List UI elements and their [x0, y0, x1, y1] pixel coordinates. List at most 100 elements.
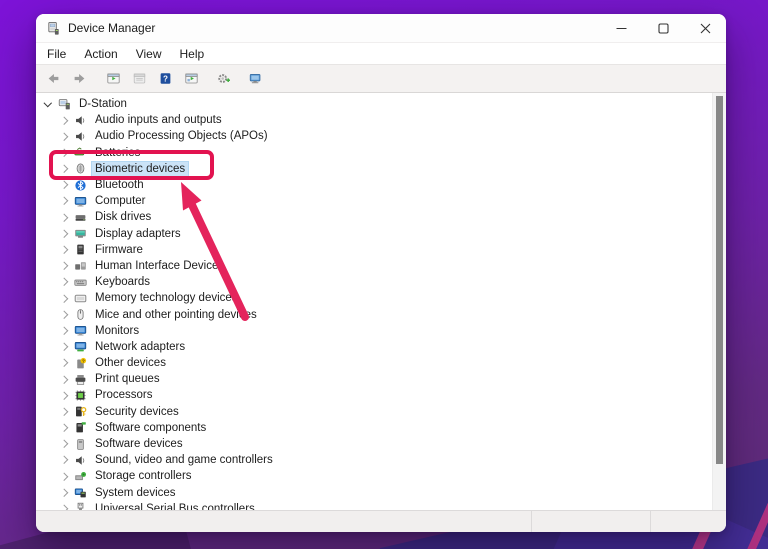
tree-item-system-devices[interactable]: System devices: [36, 485, 712, 501]
tree-item-software-devices[interactable]: Software devices: [36, 436, 712, 452]
tree-item-label: Firmware: [92, 243, 146, 257]
status-section: [531, 511, 650, 532]
tree-item-display-adapters[interactable]: Display adapters: [36, 226, 712, 242]
tree-item-label: Disk drives: [92, 210, 154, 224]
tree-item-mice-and-other-pointing-devices[interactable]: Mice and other pointing devices: [36, 306, 712, 322]
keyboard-icon: [73, 275, 87, 289]
chevron-right-icon[interactable]: [59, 182, 69, 188]
usb-icon: [73, 502, 87, 510]
tree-item-other-devices[interactable]: ? Other devices: [36, 355, 712, 371]
tree-item-label: Memory technology devices: [92, 291, 241, 305]
security-device-icon: [73, 405, 87, 419]
tree-item-software-components[interactable]: Software components: [36, 420, 712, 436]
status-section: [650, 511, 726, 532]
speaker-icon: [73, 453, 87, 467]
tree-item-label: Mice and other pointing devices: [92, 308, 260, 322]
chevron-right-icon[interactable]: [59, 344, 69, 350]
chevron-right-icon[interactable]: [59, 441, 69, 447]
chevron-right-icon[interactable]: [59, 490, 69, 496]
tree-item-disk-drives[interactable]: Disk drives: [36, 209, 712, 225]
svg-text:?: ?: [81, 358, 84, 364]
chevron-right-icon[interactable]: [59, 296, 69, 302]
minimize-button[interactable]: [600, 14, 642, 42]
chevron-right-icon[interactable]: [59, 377, 69, 383]
toolbar: ?: [36, 64, 726, 93]
chevron-right-icon[interactable]: [59, 231, 69, 237]
software-component-icon: [73, 421, 87, 435]
chevron-right-icon[interactable]: [59, 215, 69, 221]
tree-item-label: Computer: [92, 194, 149, 208]
chevron-right-icon[interactable]: [59, 134, 69, 140]
tree-item-sound-video-and-game-controllers[interactable]: Sound, video and game controllers: [36, 452, 712, 468]
desktop-background: Device Manager FileActionViewHelp ? D-St…: [0, 0, 768, 549]
computer-root-icon: [57, 97, 71, 111]
tree-item-security-devices[interactable]: Security devices: [36, 404, 712, 420]
forward-icon[interactable]: [68, 68, 90, 90]
tree-item-label: Human Interface Devices: [92, 259, 227, 273]
close-button[interactable]: [684, 14, 726, 42]
chevron-right-icon[interactable]: [59, 312, 69, 318]
chevron-right-icon[interactable]: [59, 409, 69, 415]
chevron-right-icon[interactable]: [59, 360, 69, 366]
help-icon[interactable]: ?: [154, 68, 176, 90]
processor-icon: [73, 388, 87, 402]
remote-computer-icon[interactable]: [244, 68, 266, 90]
chevron-right-icon[interactable]: [59, 263, 69, 269]
tree-item-print-queues[interactable]: Print queues: [36, 371, 712, 387]
tree-item-label: Audio Processing Objects (APOs): [92, 129, 271, 143]
menu-bar: FileActionViewHelp: [36, 42, 726, 64]
chevron-right-icon[interactable]: [59, 328, 69, 334]
tree-item-processors[interactable]: Processors: [36, 387, 712, 403]
tree-item-storage-controllers[interactable]: Storage controllers: [36, 468, 712, 484]
title-bar[interactable]: Device Manager: [36, 14, 726, 42]
firmware-icon: [73, 243, 87, 257]
tree-item-label: Keyboards: [92, 275, 153, 289]
tree-item-audio-inputs-and-outputs[interactable]: Audio inputs and outputs: [36, 112, 712, 128]
menu-help[interactable]: Help: [171, 43, 214, 64]
menu-file[interactable]: File: [38, 43, 75, 64]
chevron-right-icon[interactable]: [59, 247, 69, 253]
properties-icon[interactable]: [128, 68, 150, 90]
hid-icon: [73, 259, 87, 273]
unknown-device-icon: ?: [73, 356, 87, 370]
maximize-button[interactable]: [642, 14, 684, 42]
tree-item-label: Other devices: [92, 356, 169, 370]
chevron-right-icon[interactable]: [59, 393, 69, 399]
window-title: Device Manager: [68, 21, 155, 35]
tree-item-label: D-Station: [76, 97, 130, 111]
tree-item-monitors[interactable]: Monitors: [36, 323, 712, 339]
menu-view[interactable]: View: [127, 43, 171, 64]
chevron-right-icon[interactable]: [59, 118, 69, 124]
scan-hardware-changes-icon[interactable]: [212, 68, 234, 90]
tree-item-d-station[interactable]: D-Station: [36, 96, 712, 112]
scrollbar-thumb[interactable]: [716, 96, 723, 464]
chevron-right-icon[interactable]: [59, 425, 69, 431]
chevron-right-icon[interactable]: [59, 457, 69, 463]
bluetooth-icon: [73, 178, 87, 192]
chevron-right-icon[interactable]: [59, 506, 69, 510]
tree-item-memory-technology-devices[interactable]: Memory technology devices: [36, 290, 712, 306]
menu-action[interactable]: Action: [75, 43, 126, 64]
back-icon[interactable]: [42, 68, 64, 90]
tree-item-computer[interactable]: Computer: [36, 193, 712, 209]
chevron-right-icon[interactable]: [59, 279, 69, 285]
tree-item-keyboards[interactable]: Keyboards: [36, 274, 712, 290]
display-adapter-icon: [73, 227, 87, 241]
tree-item-audio-processing-objects-apos[interactable]: Audio Processing Objects (APOs): [36, 128, 712, 144]
tree-item-universal-serial-bus-controllers[interactable]: Universal Serial Bus controllers: [36, 501, 712, 510]
status-section: [36, 511, 531, 532]
chevron-right-icon[interactable]: [59, 474, 69, 480]
chevron-down-icon[interactable]: [43, 102, 53, 106]
tree-item-network-adapters[interactable]: Network adapters: [36, 339, 712, 355]
monitor-icon: [73, 194, 87, 208]
show-console-tree-icon[interactable]: [102, 68, 124, 90]
tree-item-label: Processors: [92, 388, 156, 402]
highlight-box-biometric-devices: [49, 150, 214, 180]
tree-item-human-interface-devices[interactable]: Human Interface Devices: [36, 258, 712, 274]
disk-drive-icon: [73, 210, 87, 224]
tree-item-label: Network adapters: [92, 340, 188, 354]
tree-item-firmware[interactable]: Firmware: [36, 242, 712, 258]
chevron-right-icon[interactable]: [59, 198, 69, 204]
tree-scrollbar[interactable]: [712, 93, 726, 510]
export-list-icon[interactable]: [180, 68, 202, 90]
